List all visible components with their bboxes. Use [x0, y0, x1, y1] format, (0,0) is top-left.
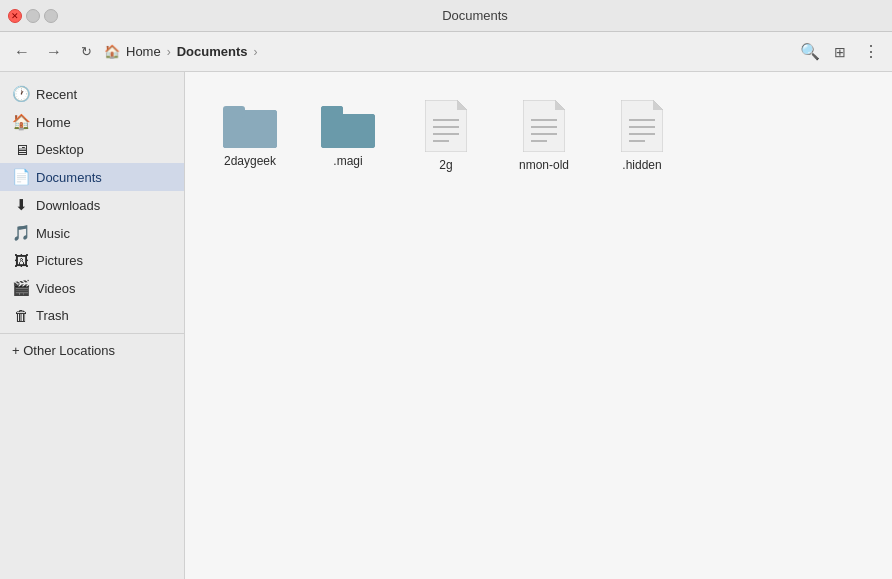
sidebar-label-pictures: Pictures	[36, 253, 83, 268]
search-icon: 🔍	[800, 42, 820, 61]
svg-marker-15	[555, 100, 565, 110]
sidebar-item-other-locations[interactable]: + Other Locations	[0, 338, 184, 363]
toolbar: ← → ↻ 🏠 Home › Documents › 🔍 ⊞ ⋮	[0, 32, 892, 72]
sidebar-item-home[interactable]: 🏠 Home	[0, 108, 184, 136]
breadcrumb: 🏠 Home › Documents ›	[104, 42, 792, 61]
svg-rect-6	[321, 114, 375, 148]
desktop-icon: 🖥	[12, 141, 30, 158]
reload-icon: ↻	[81, 44, 92, 59]
doc-icon-nmon-old	[523, 100, 565, 152]
close-icon: ✕	[11, 11, 19, 21]
breadcrumb-separator: ›	[167, 45, 171, 59]
grid-view-button[interactable]: ⊞	[826, 38, 854, 66]
sidebar-label-recent: Recent	[36, 87, 77, 102]
breadcrumb-end-separator: ›	[253, 45, 257, 59]
menu-icon: ⋮	[863, 42, 878, 61]
grid-icon: ⊞	[834, 44, 846, 60]
close-button[interactable]: ✕	[8, 9, 22, 23]
doc-svg-hidden	[621, 100, 663, 152]
videos-icon: 🎬	[12, 279, 30, 297]
sidebar-item-downloads[interactable]: ⬇ Downloads	[0, 191, 184, 219]
back-button[interactable]: ←	[8, 38, 36, 66]
doc-svg-2g	[425, 100, 467, 152]
file-label-2daygeek: 2daygeek	[224, 154, 276, 170]
folder-icon-magi	[321, 100, 375, 148]
doc-icon-2g	[425, 100, 467, 152]
svg-marker-21	[653, 100, 663, 110]
toolbar-right: 🔍 ⊞ ⋮	[796, 38, 884, 66]
folder-svg-magi	[321, 100, 375, 148]
forward-button[interactable]: →	[40, 38, 68, 66]
forward-icon: →	[46, 43, 62, 61]
file-item-nmon-old[interactable]: nmon-old	[499, 92, 589, 182]
svg-rect-2	[223, 114, 277, 148]
recent-icon: 🕐	[12, 85, 30, 103]
breadcrumb-current[interactable]: Documents	[173, 42, 252, 61]
file-item-2g[interactable]: 2g	[401, 92, 491, 182]
doc-icon-hidden	[621, 100, 663, 152]
reload-button[interactable]: ↻	[72, 38, 100, 66]
sidebar-item-desktop[interactable]: 🖥 Desktop	[0, 136, 184, 163]
sidebar-label-trash: Trash	[36, 308, 69, 323]
file-label-nmon-old: nmon-old	[519, 158, 569, 174]
maximize-button[interactable]	[44, 9, 58, 23]
file-item-hidden[interactable]: .hidden	[597, 92, 687, 182]
svg-marker-9	[457, 100, 467, 110]
pictures-icon: 🖼	[12, 252, 30, 269]
home-sidebar-icon: 🏠	[12, 113, 30, 131]
sidebar-label-documents: Documents	[36, 170, 102, 185]
sidebar-item-trash[interactable]: 🗑 Trash	[0, 302, 184, 329]
back-icon: ←	[14, 43, 30, 61]
home-icon: 🏠	[104, 44, 120, 59]
minimize-button[interactable]	[26, 9, 40, 23]
sidebar: 🕐 Recent 🏠 Home 🖥 Desktop 📄 Documents ⬇ …	[0, 72, 185, 579]
file-grid: 2daygeek .magi	[205, 92, 872, 182]
menu-button[interactable]: ⋮	[856, 38, 884, 66]
sidebar-label-downloads: Downloads	[36, 198, 100, 213]
main-layout: 🕐 Recent 🏠 Home 🖥 Desktop 📄 Documents ⬇ …	[0, 72, 892, 579]
sidebar-divider	[0, 333, 184, 334]
trash-icon: 🗑	[12, 307, 30, 324]
titlebar: ✕ Documents	[0, 0, 892, 32]
folder-icon-2daygeek	[223, 100, 277, 148]
sidebar-item-videos[interactable]: 🎬 Videos	[0, 274, 184, 302]
breadcrumb-current-label: Documents	[177, 44, 248, 59]
doc-svg-nmon	[523, 100, 565, 152]
sidebar-item-music[interactable]: 🎵 Music	[0, 219, 184, 247]
window-controls: ✕	[8, 9, 58, 23]
sidebar-item-documents[interactable]: 📄 Documents	[0, 163, 184, 191]
downloads-icon: ⬇	[12, 196, 30, 214]
svg-rect-3	[223, 106, 245, 118]
breadcrumb-home[interactable]: Home	[122, 42, 165, 61]
other-locations-label: + Other Locations	[12, 343, 115, 358]
folder-svg	[223, 100, 277, 148]
music-icon: 🎵	[12, 224, 30, 242]
documents-icon: 📄	[12, 168, 30, 186]
window-title: Documents	[66, 8, 884, 23]
file-area: 2daygeek .magi	[185, 72, 892, 579]
sidebar-label-videos: Videos	[36, 281, 76, 296]
file-label-2g: 2g	[439, 158, 452, 174]
sidebar-label-music: Music	[36, 226, 70, 241]
breadcrumb-home-label: Home	[126, 44, 161, 59]
sidebar-label-desktop: Desktop	[36, 142, 84, 157]
search-button[interactable]: 🔍	[796, 38, 824, 66]
svg-rect-7	[321, 106, 343, 118]
file-label-magi: .magi	[333, 154, 362, 170]
file-label-hidden: .hidden	[622, 158, 661, 174]
sidebar-label-home: Home	[36, 115, 71, 130]
file-item-magi[interactable]: .magi	[303, 92, 393, 182]
file-item-2daygeek[interactable]: 2daygeek	[205, 92, 295, 182]
sidebar-item-recent[interactable]: 🕐 Recent	[0, 80, 184, 108]
sidebar-item-pictures[interactable]: 🖼 Pictures	[0, 247, 184, 274]
